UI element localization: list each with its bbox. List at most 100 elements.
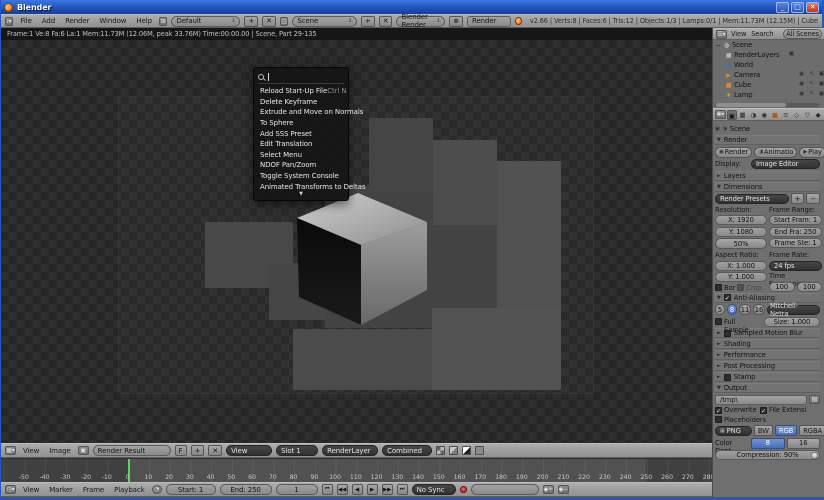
aa-size-field[interactable]: Size: 1.000	[764, 316, 820, 327]
render-button[interactable]: ▣ Render	[715, 146, 753, 158]
outliner-row-scene[interactable]: − ◍ Scene	[713, 40, 824, 50]
channels-rgba-button[interactable]: RGBA	[799, 425, 824, 436]
title-bar[interactable]: Blender _ □ ✕	[1, 0, 822, 14]
menu-item[interactable]: Delete Keyframe	[254, 97, 348, 108]
tab-material-icon[interactable]: ◆	[813, 110, 823, 120]
channels-bw-button[interactable]: BW	[753, 425, 773, 436]
auto-keyframe-record-icon[interactable]	[459, 486, 467, 493]
editor-type-icon[interactable]: ▦▾	[5, 446, 16, 455]
resolution-y-field[interactable]: Y: 1080	[715, 226, 767, 237]
selectability-icon[interactable]: ↖	[809, 81, 814, 87]
image-menu-view[interactable]: View	[20, 447, 42, 455]
visibility-eye-icon[interactable]: ◉	[799, 71, 804, 77]
menu-item[interactable]: To Sphere	[254, 118, 348, 129]
panel-performance-header[interactable]: ► Performance	[715, 350, 820, 360]
preset-add-button[interactable]: +	[790, 193, 805, 204]
placeholders-checkbox[interactable]	[715, 416, 722, 423]
outliner-row-cube[interactable]: ■ Cube ◉ ↖ ▣	[713, 80, 824, 90]
editor-type-icon[interactable]: ◷▾	[5, 485, 16, 494]
stamp-checkbox[interactable]	[723, 373, 731, 381]
outliner-row-renderlayers[interactable]: ▦ RenderLayers ▣	[713, 50, 824, 60]
tab-constraints-icon[interactable]: ≡	[781, 110, 791, 120]
render-animation-button[interactable]: ◨ Animatio	[754, 146, 798, 158]
editor-type-icon[interactable]: ✱▾	[715, 110, 726, 119]
menu-item[interactable]: Toggle System Console	[254, 171, 348, 182]
image-datablock-selector[interactable]: Render Result	[92, 445, 171, 456]
file-format-dropdown[interactable]: ▦ PNG ↕	[715, 425, 752, 436]
outliner-menu-search[interactable]: Search	[750, 30, 774, 38]
insert-keyframe-icon[interactable]: ◆+	[542, 485, 554, 494]
renderability-icon[interactable]: ▣	[819, 91, 824, 97]
render-pass-dropdown[interactable]: Combined ↕	[382, 445, 433, 456]
layout-delete-button[interactable]: ✕	[262, 15, 276, 27]
tab-modifiers-icon[interactable]: ◇	[792, 110, 802, 120]
output-path-field[interactable]: /tmp\	[715, 394, 807, 405]
panel-output-header[interactable]: ▼ Output	[715, 383, 820, 393]
motion-blur-checkbox[interactable]	[723, 329, 731, 337]
scroll-down-arrow-icon[interactable]: ▼	[254, 191, 348, 197]
image-editor-viewport[interactable]	[1, 40, 712, 443]
border-checkbox[interactable]	[715, 284, 722, 291]
resolution-percentage-slider[interactable]: 50%	[715, 238, 767, 249]
unlink-image-button[interactable]: ✕	[208, 445, 223, 456]
new-image-button[interactable]: +	[190, 445, 205, 456]
outliner-row-lamp[interactable]: ☀ Lamp ◉ ↖ ▣	[713, 90, 824, 100]
scene-add-button[interactable]: +	[360, 15, 375, 27]
channel-color-alpha-icon[interactable]	[436, 446, 446, 455]
scene-delete-button[interactable]: ✕	[378, 15, 393, 27]
visibility-eye-icon[interactable]: ◉	[799, 91, 804, 97]
render-slot-dropdown[interactable]: Slot 1 ↕	[276, 445, 319, 456]
keying-set-selector[interactable]	[470, 484, 539, 495]
expander-icon[interactable]: −	[716, 42, 721, 49]
selectability-icon[interactable]: ↖	[809, 91, 814, 97]
fake-user-button[interactable]: F	[174, 445, 187, 456]
timeline-track[interactable]: -50 -40 -30 -20 -10 0 10 20 30 40 50 60 70 80 90 100 110…	[1, 458, 712, 482]
menu-item[interactable]: Select Menu	[254, 150, 348, 161]
tab-scene-icon[interactable]: ◑	[748, 110, 758, 120]
outliner-hscrollbar[interactable]	[715, 103, 819, 107]
tab-render-icon[interactable]: ▣	[726, 109, 737, 120]
aa-samples-5-button[interactable]: 5	[715, 304, 725, 315]
crop-checkbox[interactable]	[737, 284, 745, 291]
jump-to-end-button[interactable]: ⏭	[396, 484, 408, 495]
render-job-cancel-icon[interactable]: ⊗	[449, 15, 463, 27]
channel-color-icon[interactable]	[449, 446, 459, 455]
scene-browse-icon[interactable]: ◲	[279, 16, 289, 26]
minimize-button[interactable]: _	[776, 1, 789, 13]
menu-item[interactable]: NDOF Pan/Zoom	[254, 160, 348, 171]
fps-dropdown[interactable]: 24 fps ↕	[769, 260, 822, 271]
close-button[interactable]: ✕	[806, 1, 819, 13]
timeline-menu-playback[interactable]: Playback	[111, 486, 147, 494]
render-engine-selector[interactable]: Blender Render ↕	[396, 13, 446, 29]
aa-filter-dropdown[interactable]: Mitchell-Netra ↕	[767, 302, 820, 318]
menu-add[interactable]: Add	[39, 17, 58, 25]
layout-add-button[interactable]: +	[244, 15, 259, 27]
tab-object-data-icon[interactable]: ▽	[802, 110, 812, 120]
screen-layout-icon[interactable]: ⊞	[158, 16, 168, 26]
menu-item[interactable]: Reload Start-Up File Ctrl N	[254, 86, 348, 97]
preview-range-icon[interactable]: ◔	[151, 485, 162, 494]
tab-world-icon[interactable]: ◉	[759, 110, 769, 120]
prev-keyframe-button[interactable]: ◀◀	[336, 484, 348, 495]
channel-z-icon[interactable]	[475, 446, 485, 455]
selectability-icon[interactable]: ↖	[809, 71, 814, 77]
render-presets-dropdown[interactable]: Render Presets ↕	[715, 193, 789, 204]
visibility-eye-icon[interactable]: ◉	[799, 81, 804, 87]
end-frame-field[interactable]: End: 250	[219, 484, 272, 495]
tab-object-icon[interactable]: ■	[770, 110, 780, 120]
menu-item[interactable]: Add SSS Preset	[254, 128, 348, 139]
file-extensions-checkbox[interactable]: ✓	[760, 406, 767, 415]
panel-stamp-header[interactable]: ► Stamp	[715, 372, 820, 382]
outliner-row-world[interactable]: ◉ World	[713, 60, 824, 70]
screen-layout-selector[interactable]: Default ↕	[171, 15, 241, 27]
panel-shading-header[interactable]: ► Shading	[715, 339, 820, 349]
jump-to-start-button[interactable]: ⏮	[321, 484, 333, 495]
full-sample-checkbox[interactable]	[715, 318, 722, 325]
aa-samples-11-button[interactable]: 11	[739, 304, 751, 315]
overwrite-checkbox[interactable]: ✓	[715, 406, 722, 415]
frame-step-field[interactable]: Frame Ste: 1	[769, 238, 822, 248]
menu-help[interactable]: Help	[133, 17, 155, 25]
timeline-menu-view[interactable]: View	[20, 486, 42, 494]
remap-new-field[interactable]: 100	[796, 281, 822, 292]
compression-slider[interactable]: Compression: 90%	[715, 450, 820, 460]
